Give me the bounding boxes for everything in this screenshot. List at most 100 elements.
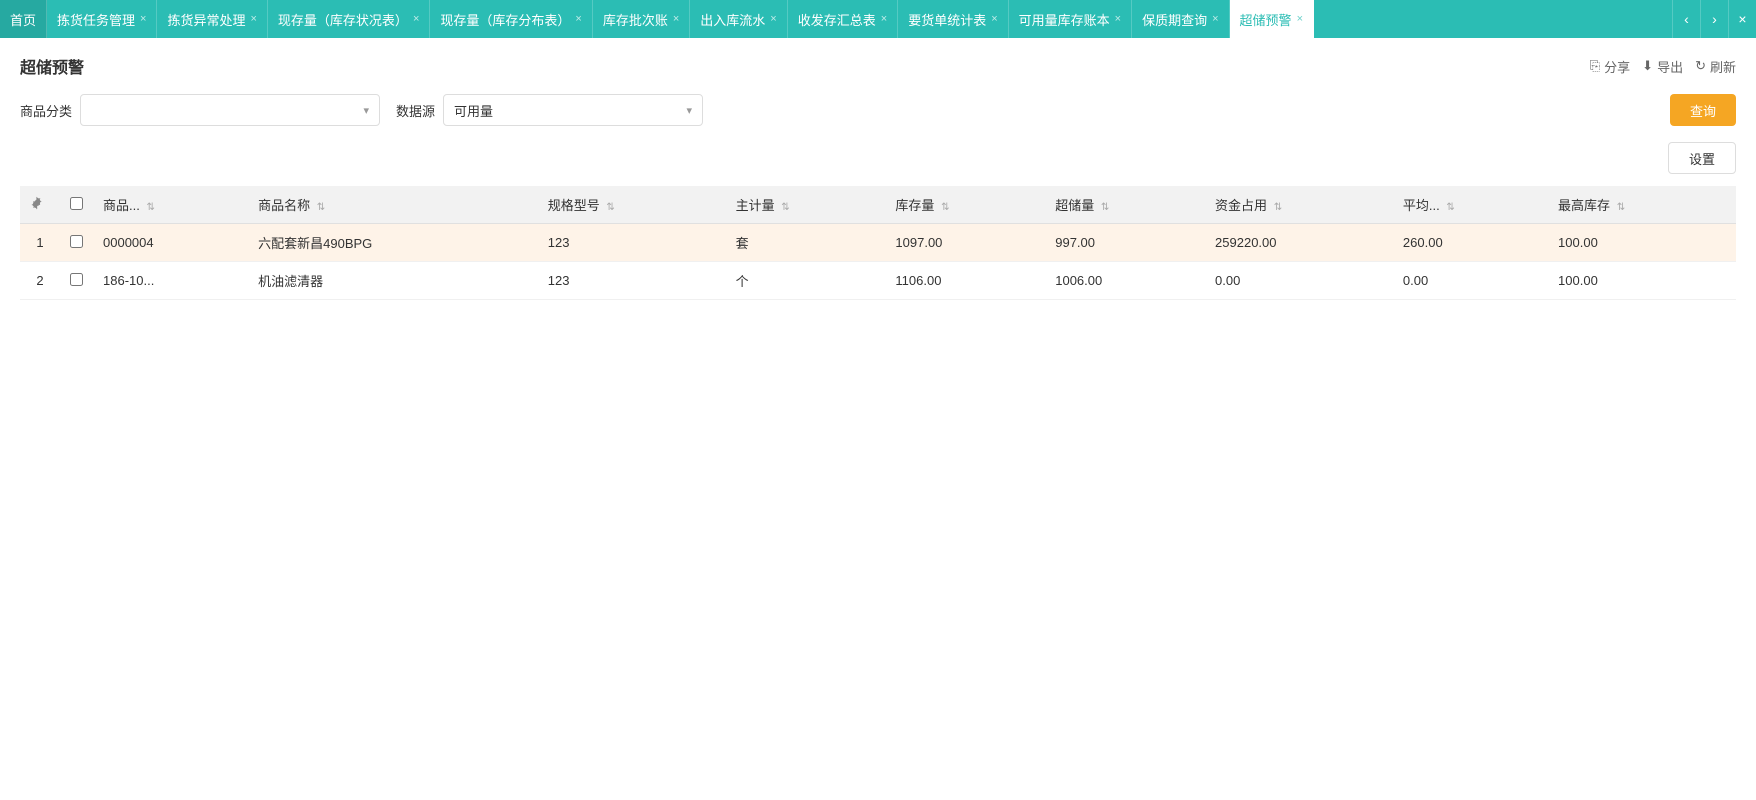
- nav-prev-arrow[interactable]: ‹: [1672, 0, 1700, 38]
- query-button[interactable]: 查询: [1670, 94, 1736, 126]
- table-row: 1 0000004 六配套新昌490BPG 123 套 1097.00 997.…: [20, 224, 1736, 262]
- sort-icon[interactable]: ⇅: [1101, 202, 1109, 213]
- row-num: 1: [20, 224, 60, 262]
- th-unit: 主计量 ⇅: [726, 186, 886, 224]
- sort-icon[interactable]: ⇅: [1274, 202, 1282, 213]
- th-gear: [20, 186, 60, 224]
- th-stock-label: 库存量: [895, 198, 934, 213]
- data-table: 商品... ⇅ 商品名称 ⇅ 规格型号 ⇅ 主计量 ⇅ 库存量 ⇅: [20, 186, 1736, 300]
- page-content: 超储预警 ⎘ 分享 ⬇ 导出 ↻ 刷新 商品分类 ▾ 数据源: [0, 38, 1756, 800]
- nav-batch-account[interactable]: 库存批次账 ×: [593, 0, 690, 38]
- th-code-label: 商品...: [103, 198, 140, 213]
- refresh-icon: ↻: [1695, 58, 1706, 74]
- nav-close-icon[interactable]: ×: [575, 13, 581, 25]
- th-name: 商品名称 ⇅: [248, 186, 538, 224]
- category-filter: 商品分类 ▾: [20, 94, 380, 126]
- sort-icon[interactable]: ⇅: [606, 202, 614, 213]
- row-spec: 123: [538, 224, 726, 262]
- th-code: 商品... ⇅: [93, 186, 248, 224]
- row-unit: 个: [726, 262, 886, 300]
- th-name-label: 商品名称: [258, 198, 310, 213]
- export-icon: ⬇: [1642, 58, 1653, 74]
- th-avg-label: 平均...: [1403, 198, 1440, 213]
- row-stock: 1106.00: [885, 262, 1045, 300]
- select-all-checkbox[interactable]: [70, 197, 83, 210]
- th-checkbox: [60, 186, 93, 224]
- row-checkbox[interactable]: [70, 273, 83, 286]
- nav-task-management[interactable]: 拣货任务管理 ×: [47, 0, 157, 38]
- nav-close-icon[interactable]: ×: [140, 13, 146, 25]
- nav-home[interactable]: 首页: [0, 0, 47, 38]
- row-num: 2: [20, 262, 60, 300]
- row-avg: 0.00: [1393, 262, 1548, 300]
- row-unit: 套: [726, 224, 886, 262]
- sort-icon[interactable]: ⇅: [1617, 202, 1625, 213]
- nav-order-stats[interactable]: 要货单统计表 ×: [898, 0, 1008, 38]
- nav-abnormal-processing[interactable]: 拣货异常处理 ×: [157, 0, 267, 38]
- gear-icon[interactable]: [30, 198, 44, 213]
- th-max: 最高库存 ⇅: [1548, 186, 1736, 224]
- nav-available-account[interactable]: 可用量库存账本 ×: [1009, 0, 1132, 38]
- nav-close-icon[interactable]: ×: [250, 13, 256, 25]
- row-checkbox-cell: [60, 262, 93, 300]
- th-capital: 资金占用 ⇅: [1205, 186, 1393, 224]
- row-spec: 123: [538, 262, 726, 300]
- nav-quality-query[interactable]: 保质期查询 ×: [1132, 0, 1229, 38]
- row-code: 186-10...: [93, 262, 248, 300]
- row-capital: 259220.00: [1205, 224, 1393, 262]
- row-max: 100.00: [1548, 262, 1736, 300]
- nav-summary-table[interactable]: 收发存汇总表 ×: [788, 0, 898, 38]
- share-icon: ⎘: [1590, 58, 1600, 74]
- nav-close-icon[interactable]: ×: [1115, 13, 1121, 25]
- row-capital: 0.00: [1205, 262, 1393, 300]
- chevron-down-icon: ▾: [363, 104, 369, 117]
- row-stock: 1097.00: [885, 224, 1045, 262]
- table-header-row: 商品... ⇅ 商品名称 ⇅ 规格型号 ⇅ 主计量 ⇅ 库存量 ⇅: [20, 186, 1736, 224]
- row-max: 100.00: [1548, 224, 1736, 262]
- refresh-button[interactable]: ↻ 刷新: [1695, 57, 1736, 76]
- sort-icon[interactable]: ⇅: [781, 202, 789, 213]
- nav-close-icon[interactable]: ×: [1212, 13, 1218, 25]
- export-button[interactable]: ⬇ 导出: [1642, 57, 1683, 76]
- nav-close-icon[interactable]: ×: [881, 13, 887, 25]
- sort-icon[interactable]: ⇅: [146, 202, 154, 213]
- settings-button[interactable]: 设置: [1668, 142, 1736, 174]
- nav-close-icon[interactable]: ×: [413, 13, 419, 25]
- datasource-label: 数据源: [396, 101, 435, 120]
- page-header: 超储预警 ⎘ 分享 ⬇ 导出 ↻ 刷新: [20, 54, 1736, 78]
- th-capital-label: 资金占用: [1215, 198, 1267, 213]
- th-stock: 库存量 ⇅: [885, 186, 1045, 224]
- share-button[interactable]: ⎘ 分享: [1590, 57, 1630, 76]
- datasource-select[interactable]: 可用量 ▾: [443, 94, 703, 126]
- row-over: 1006.00: [1045, 262, 1205, 300]
- nav-close-icon[interactable]: ×: [770, 13, 776, 25]
- nav-close-all[interactable]: ×: [1728, 0, 1756, 38]
- sort-icon[interactable]: ⇅: [1446, 202, 1454, 213]
- top-nav: 首页 拣货任务管理 × 拣货异常处理 × 现存量（库存状况表） × 现存量（库存…: [0, 0, 1756, 38]
- nav-inventory-status[interactable]: 现存量（库存状况表） ×: [268, 0, 430, 38]
- nav-close-icon[interactable]: ×: [1297, 13, 1303, 25]
- datasource-filter: 数据源 可用量 ▾: [396, 94, 703, 126]
- row-over: 997.00: [1045, 224, 1205, 262]
- nav-next-arrow[interactable]: ›: [1700, 0, 1728, 38]
- nav-close-icon[interactable]: ×: [673, 13, 679, 25]
- th-over: 超储量 ⇅: [1045, 186, 1205, 224]
- row-avg: 260.00: [1393, 224, 1548, 262]
- row-name: 机油滤清器: [248, 262, 538, 300]
- category-label: 商品分类: [20, 101, 72, 120]
- nav-close-icon[interactable]: ×: [991, 13, 997, 25]
- row-checkbox[interactable]: [70, 235, 83, 248]
- table-row: 2 186-10... 机油滤清器 123 个 1106.00 1006.00 …: [20, 262, 1736, 300]
- datasource-value: 可用量: [454, 101, 493, 120]
- sort-icon[interactable]: ⇅: [941, 202, 949, 213]
- nav-overstock-warning[interactable]: 超储预警 ×: [1230, 0, 1314, 38]
- nav-inout-flow[interactable]: 出入库流水 ×: [690, 0, 787, 38]
- th-spec: 规格型号 ⇅: [538, 186, 726, 224]
- row-name: 六配套新昌490BPG: [248, 224, 538, 262]
- header-actions: ⎘ 分享 ⬇ 导出 ↻ 刷新: [1590, 57, 1736, 76]
- nav-inventory-distribution[interactable]: 现存量（库存分布表） ×: [430, 0, 592, 38]
- category-select[interactable]: ▾: [80, 94, 380, 126]
- page-title: 超储预警: [20, 54, 84, 78]
- sort-icon[interactable]: ⇅: [317, 202, 325, 213]
- chevron-down-icon: ▾: [687, 104, 693, 117]
